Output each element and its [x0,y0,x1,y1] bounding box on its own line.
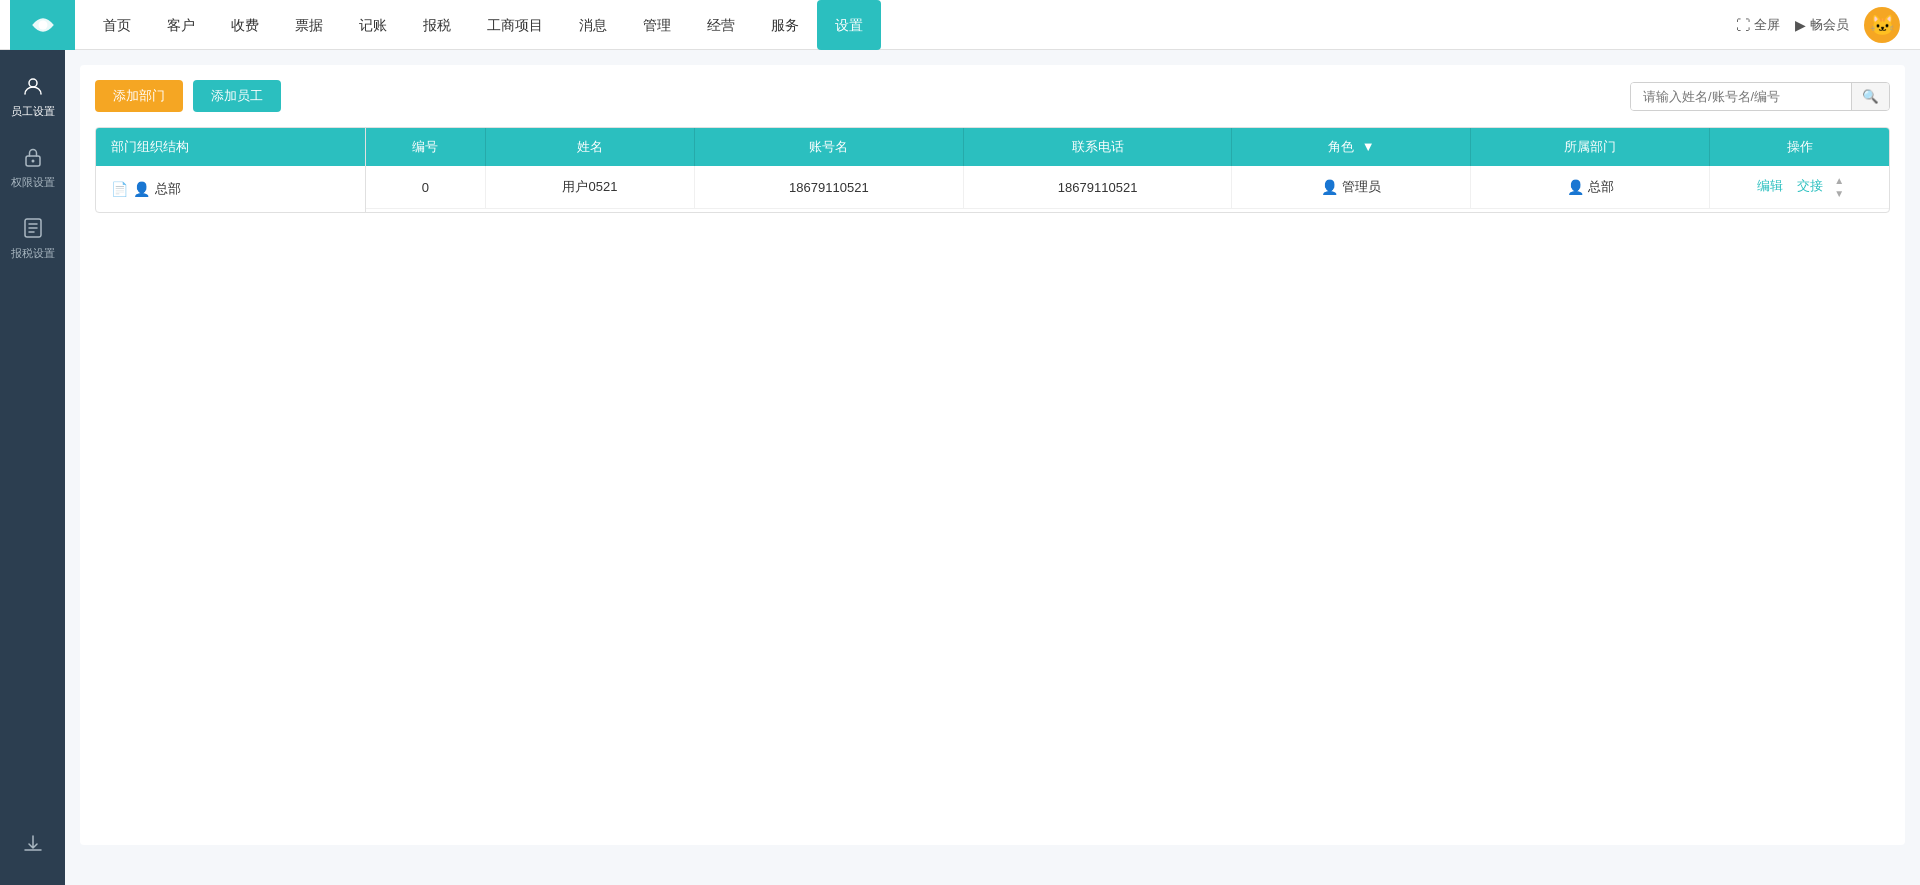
filter-icon[interactable]: ▼ [1362,139,1375,154]
sidebar-item-download[interactable] [0,818,65,870]
sidebar-label-tax: 报税设置 [11,246,55,261]
logo[interactable] [10,0,75,50]
dept-tree-body: 📄 👤 总部 [96,166,365,212]
table-row: 0 用户0521 18679110521 18679110521 👤 管理员 [366,166,1889,209]
scroll-down-icon: ▼ [1834,188,1844,199]
download-icon [19,830,47,858]
scroll-arrows[interactable]: ▲ ▼ [1831,175,1847,199]
nav-settings[interactable]: 设置 [817,0,881,50]
search-button[interactable]: 🔍 [1851,83,1889,110]
add-dept-button[interactable]: 添加部门 [95,80,183,112]
body-layout: 部门组织结构 📄 👤 总部 编号 姓名 账号名 [95,127,1890,213]
cell-name: 用户0521 [485,166,694,209]
nav-business[interactable]: 工商项目 [469,0,561,50]
sidebar-bottom [0,818,65,885]
nav-bills[interactable]: 票据 [277,0,341,50]
user-avatar[interactable]: 🐱 [1864,7,1900,43]
cell-role: 👤 管理员 [1232,166,1471,209]
col-header-phone: 联系电话 [963,128,1232,166]
nav-operation[interactable]: 经营 [689,0,753,50]
dept-person-icon: 👤 [133,181,150,197]
sidebar: 员工设置 权限设置 报税设置 [0,50,65,885]
table-header-row: 编号 姓名 账号名 联系电话 角色 ▼ 所属部门 操作 [366,128,1889,166]
nav-fee[interactable]: 收费 [213,0,277,50]
svg-point-3 [31,160,34,163]
col-header-account: 账号名 [694,128,963,166]
topbar: 首页 客户 收费 票据 记账 报税 工商项目 消息 管理 经营 服务 设置 ⛶ … [0,0,1920,50]
lock-icon [19,143,47,171]
dept-tree-header: 部门组织结构 [96,128,365,166]
cell-action: 编辑 交接 ▲ ▼ [1710,166,1889,209]
staff-table: 编号 姓名 账号名 联系电话 角色 ▼ 所属部门 操作 [366,128,1889,209]
search-input[interactable] [1631,83,1851,110]
dept-item-root[interactable]: 📄 👤 总部 [106,174,355,204]
fullscreen-label: 全屏 [1754,16,1780,34]
role-label: 管理员 [1342,178,1381,196]
search-icon: 🔍 [1862,89,1879,104]
fullscreen-btn[interactable]: ⛶ 全屏 [1736,16,1780,34]
nav-accounting[interactable]: 记账 [341,0,405,50]
nav-client[interactable]: 客户 [149,0,213,50]
nav-manage[interactable]: 管理 [625,0,689,50]
topbar-right: ⛶ 全屏 ▶ 畅会员 🐱 [1736,7,1910,43]
vip-label: 畅会员 [1810,16,1849,34]
cell-account: 18679110521 [694,166,963,209]
sidebar-label-employee: 员工设置 [11,104,55,119]
dept-tree: 部门组织结构 📄 👤 总部 [96,128,366,212]
content-area: 添加部门 添加员工 🔍 部门组织结构 📄 👤 总部 [80,65,1905,845]
cell-phone: 18679110521 [963,166,1232,209]
col-header-dept: 所属部门 [1471,128,1710,166]
tax-icon [19,214,47,242]
cell-dept: 👤 总部 [1471,166,1710,209]
nav-service[interactable]: 服务 [753,0,817,50]
main-content: 添加部门 添加员工 🔍 部门组织结构 📄 👤 总部 [65,50,1920,885]
staff-table-wrap: 编号 姓名 账号名 联系电话 角色 ▼ 所属部门 操作 [366,128,1889,212]
svg-point-0 [38,20,47,29]
col-header-num: 编号 [366,128,485,166]
edit-link[interactable]: 编辑 [1757,178,1783,193]
add-staff-button[interactable]: 添加员工 [193,80,281,112]
sidebar-label-permission: 权限设置 [11,175,55,190]
main-nav: 首页 客户 收费 票据 记账 报税 工商项目 消息 管理 经营 服务 设置 [85,0,1736,50]
search-area: 🔍 [1630,82,1890,111]
file-icon: 📄 [111,181,128,197]
nav-tax[interactable]: 报税 [405,0,469,50]
vip-icon: ▶ [1795,17,1806,33]
col-header-action: 操作 [1710,128,1889,166]
dept-label: 总部 [1588,178,1614,196]
sidebar-item-employee[interactable]: 员工设置 [0,60,65,131]
sidebar-item-permission[interactable]: 权限设置 [0,131,65,202]
person-settings-icon [19,72,47,100]
toolbar: 添加部门 添加员工 🔍 [95,80,1890,112]
transfer-link[interactable]: 交接 [1797,178,1823,193]
nav-home[interactable]: 首页 [85,0,149,50]
dept-person-icon-row: 👤 [1567,179,1584,195]
col-header-role: 角色 ▼ [1232,128,1471,166]
scroll-up-icon: ▲ [1834,175,1844,186]
vip-btn[interactable]: ▶ 畅会员 [1795,16,1849,34]
col-header-name: 姓名 [485,128,694,166]
sidebar-item-tax[interactable]: 报税设置 [0,202,65,273]
cell-num: 0 [366,166,485,209]
role-person-icon: 👤 [1321,179,1338,195]
nav-message[interactable]: 消息 [561,0,625,50]
dept-item-label: 总部 [155,180,181,198]
svg-point-1 [29,79,37,87]
fullscreen-icon: ⛶ [1736,17,1750,33]
